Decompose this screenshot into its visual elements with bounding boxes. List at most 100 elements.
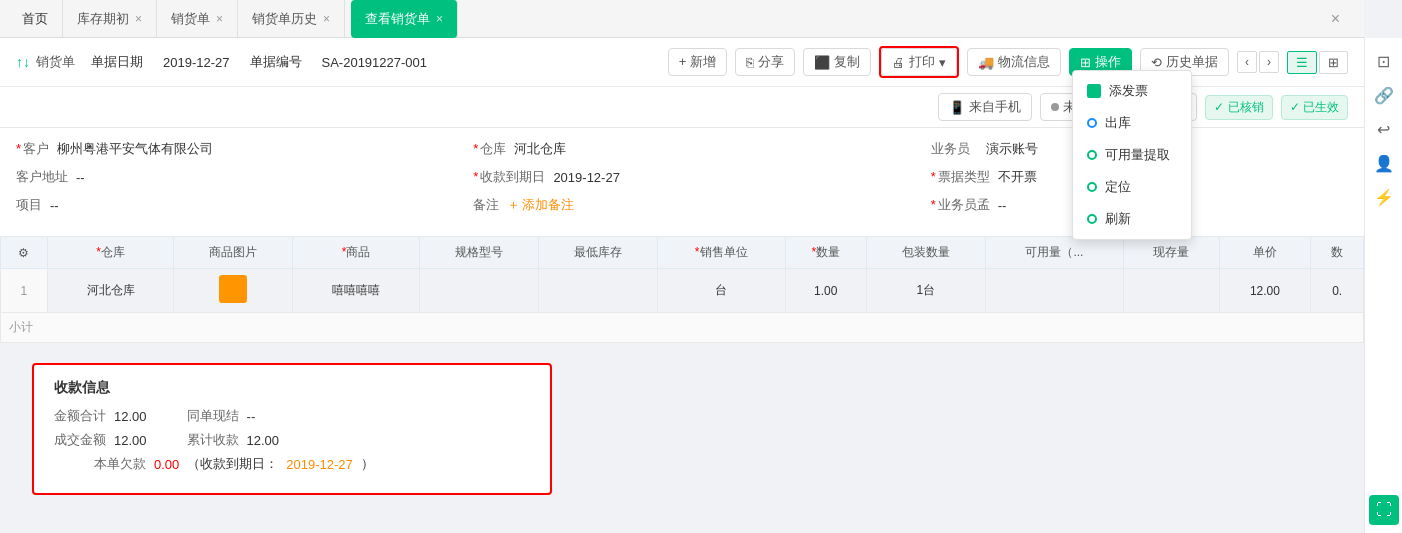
sidebar-icon-3[interactable]: ↩ [1369,114,1399,144]
operations-dropdown: 添发票 出库 可用量提取 定位 刷新 [1072,70,1192,240]
col-available: 可用量（... [985,237,1123,269]
row-product: 嘻嘻嘻嘻 [293,269,420,313]
next-button[interactable]: › [1259,51,1279,73]
yixiao-button[interactable]: ✓ 已核销 [1205,95,1272,120]
col-unit: *销售单位 [657,237,785,269]
from-phone-button[interactable]: 📱 来自手机 [938,93,1032,121]
sidebar-icon-1[interactable]: ⊡ [1369,46,1399,76]
tab-home[interactable]: 首页 [8,0,63,38]
sidebar-icon-5[interactable]: ⚡ [1369,182,1399,212]
close-sales-order-tab[interactable]: × [216,12,223,26]
tab-sales-order-label: 销货单 [171,10,210,28]
table-header-row: ⚙ *仓库 商品图片 *商品 规格型号 最低库存 *销售单位 *数量 包装数量 … [1,237,1364,269]
customer-label: 客户 [16,140,49,158]
view-toggle: ☰ ⊞ [1287,51,1348,74]
tab-sales-history[interactable]: 销货单历史 × [238,0,345,38]
prev-button[interactable]: ‹ [1237,51,1257,73]
close-inventory-tab[interactable]: × [135,12,142,26]
salesperson-value: 演示账号 [986,140,1038,158]
tab-inventory-label: 库存期初 [77,10,129,28]
right-sidebar: ⊡ 🔗 ↩ 👤 ⚡ ⛶ [1364,38,1402,515]
tab-sales-history-label: 销货单历史 [252,10,317,28]
refresh-icon [1087,214,1097,224]
salesperson2-label: 业务员孟 [931,196,990,214]
locate-label: 定位 [1105,178,1131,196]
accumulated-item: 累计收款 12.00 [187,431,280,449]
customer-group: 客户 柳州粤港平安气体有限公司 [16,140,433,158]
add-invoice-item[interactable]: 添发票 [1073,75,1191,107]
summary-area: 收款信息 金额合计 12.00 同单现结 -- 成交金额 12.00 累计收款 [0,343,1364,515]
add-note-button[interactable]: ＋ 添加备注 [507,196,574,214]
doc-title-area: ↑↓ 销货单 [16,53,75,71]
print-button[interactable]: 🖨 打印 ▾ [881,48,957,76]
list-view-button[interactable]: ☰ [1287,51,1317,74]
doc-number-label: 单据编号 [250,53,302,71]
close-view-sales-tab[interactable]: × [436,12,443,26]
product-table: ⚙ *仓库 商品图片 *商品 规格型号 最低库存 *销售单位 *数量 包装数量 … [0,236,1364,343]
subtotal-row: 小计 [1,313,1364,343]
outbound-label: 出库 [1105,114,1131,132]
summary-box: 收款信息 金额合计 12.00 同单现结 -- 成交金额 12.00 累计收款 [32,363,552,495]
quantity-extract-icon [1087,150,1097,160]
address-label: 客户地址 [16,168,68,186]
current-arrears-value: 0.00 [154,457,179,472]
sidebar-icon-4[interactable]: 👤 [1369,148,1399,178]
col-settings[interactable]: ⚙ [1,237,48,269]
outbound-item[interactable]: 出库 [1073,107,1191,139]
warehouse-label: 仓库 [473,140,506,158]
doc-date-label: 单据日期 [91,53,143,71]
product-image [219,275,247,303]
add-note-icon: ＋ [507,196,520,214]
salesperson-label: 业务员 [931,140,970,158]
close-sales-history-tab[interactable]: × [323,12,330,26]
print-icon: 🖨 [892,55,905,70]
refresh-item[interactable]: 刷新 [1073,203,1191,235]
outbound-icon [1087,118,1097,128]
project-group: 项目 -- [16,196,433,214]
quantity-extract-item[interactable]: 可用量提取 [1073,139,1191,171]
col-product: *商品 [293,237,420,269]
operation-label: 操作 [1095,53,1121,71]
doc-number-value: SA-20191227-001 [322,55,428,70]
copy-label: 复制 [834,53,860,71]
copy-button[interactable]: ⬛ 复制 [803,48,871,76]
add-button[interactable]: + 新增 [668,48,727,76]
transaction-item: 成交金额 12.00 [54,431,147,449]
logistics-label: 物流信息 [998,53,1050,71]
sidebar-icon-2[interactable]: 🔗 [1369,80,1399,110]
current-arrears-label: 本单欠款 [94,455,146,473]
salesperson2-value: -- [998,198,1007,213]
summary-row-2: 成交金额 12.00 累计收款 12.00 [54,431,530,449]
not-open-dot [1051,103,1059,111]
row-quantity: 1.00 [785,269,866,313]
share-button[interactable]: ⎘ 分享 [735,48,795,76]
row-spec [419,269,538,313]
locate-item[interactable]: 定位 [1073,171,1191,203]
warehouse-value: 河北仓库 [514,140,566,158]
tab-view-sales[interactable]: 查看销货单 × [351,0,458,38]
due-date-hint: （收款到期日： [187,455,278,473]
share-icon: ⎘ [746,55,754,70]
payment-date-label: 收款到期日 [473,168,545,186]
col-unit-price: 单价 [1219,237,1311,269]
phone-icon: 📱 [949,100,965,115]
row-warehouse: 河北仓库 [47,269,174,313]
col-amount: 数 [1311,237,1364,269]
tab-sales-order[interactable]: 销货单 × [157,0,238,38]
subtotal-cell: 小计 [1,313,1364,343]
address-group: 客户地址 -- [16,168,433,186]
ticket-type-label: 票据类型 [931,168,990,186]
payment-date-value: 2019-12-27 [553,170,620,185]
logistics-button[interactable]: 🚚 物流信息 [967,48,1061,76]
close-all-button[interactable]: × [1315,10,1356,28]
sidebar-icon-expand[interactable]: ⛶ [1369,495,1399,515]
transaction-label: 成交金额 [54,431,106,449]
yishengxiao-button[interactable]: ✓ 已生效 [1281,95,1348,120]
grid-view-button[interactable]: ⊞ [1319,51,1348,74]
same-order-item: 同单现结 -- [187,407,256,425]
note-group: 备注 ＋ 添加备注 [473,196,890,214]
col-current-stock: 现存量 [1124,237,1219,269]
col-img: 商品图片 [174,237,293,269]
tab-inventory-init[interactable]: 库存期初 × [63,0,157,38]
nav-arrows: ‹ › [1237,51,1279,73]
